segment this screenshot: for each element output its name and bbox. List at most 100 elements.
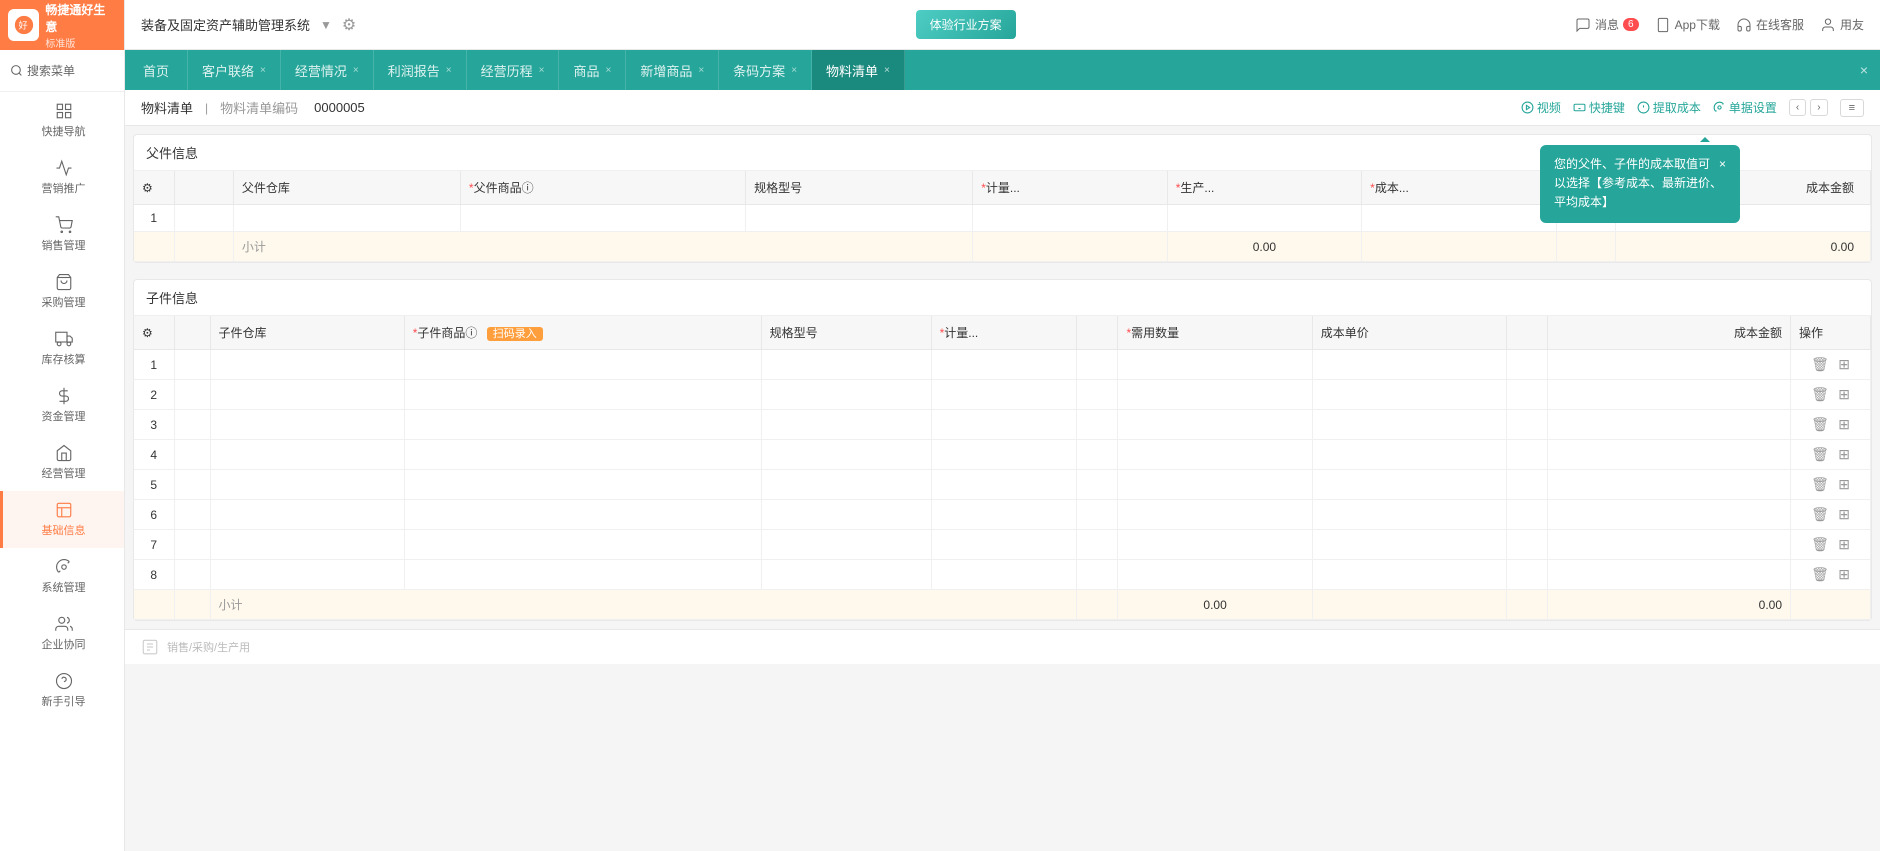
child-row-num-5: 5: [134, 470, 174, 500]
next-button[interactable]: ›: [1810, 99, 1827, 116]
child-row-num-1: 1: [134, 350, 174, 380]
sidebar-item-sales[interactable]: 销售管理: [0, 206, 124, 263]
cost-action[interactable]: 提取成本: [1637, 99, 1701, 116]
parent-th-product: *父件商品ⓘ: [460, 171, 745, 205]
tab-goods[interactable]: 商品 ×: [559, 50, 626, 90]
close-icon[interactable]: ×: [605, 65, 611, 76]
delete-icon[interactable]: 🗑: [1808, 446, 1832, 462]
child-row-num-2: 2: [134, 380, 174, 410]
copy-icon[interactable]: ⊞: [1835, 566, 1853, 582]
child-row-7: 7 🗑 ⊞: [134, 530, 1871, 560]
nav-tabs: 首页 客户联络 × 经营情况 × 利润报告 × 经营历程 × 商品 × 新增商品…: [125, 50, 1880, 90]
sidebar-item-collab[interactable]: 企业协同: [0, 605, 124, 662]
sidebar-item-system[interactable]: 系统管理: [0, 548, 124, 605]
close-icon[interactable]: ×: [884, 65, 890, 76]
close-all-tabs-button[interactable]: ×: [1848, 62, 1880, 78]
child-row-5: 5 🗑 ⊞: [134, 470, 1871, 500]
message-button[interactable]: 消息 6: [1575, 16, 1639, 33]
copy-icon[interactable]: ⊞: [1835, 536, 1853, 552]
parent-th-qty: *计量...: [973, 171, 1167, 205]
child-row-num-4: 4: [134, 440, 174, 470]
child-row-2: 2 🗑 ⊞: [134, 380, 1871, 410]
child-row-num-7: 7: [134, 530, 174, 560]
logo-text: 畅捷通好生意 标准版: [45, 1, 116, 50]
delete-icon[interactable]: 🗑: [1808, 536, 1832, 552]
copy-icon[interactable]: ⊞: [1835, 416, 1853, 432]
sidebar-logo: 好 畅捷通好生意 标准版: [0, 0, 124, 50]
video-action[interactable]: 视频: [1521, 99, 1561, 116]
copy-icon[interactable]: ⊞: [1835, 476, 1853, 492]
sidebar-item-finance[interactable]: 资金管理: [0, 377, 124, 434]
tab-new-goods[interactable]: 新增商品 ×: [626, 50, 719, 90]
copy-icon[interactable]: ⊞: [1835, 506, 1853, 522]
close-icon[interactable]: ×: [539, 65, 545, 76]
sidebar-search[interactable]: 搜索菜单: [0, 50, 124, 92]
hotkey-action[interactable]: 快捷键: [1573, 99, 1625, 116]
tab-home[interactable]: 首页: [125, 50, 188, 90]
child-th-num: [174, 316, 210, 350]
search-menu-button[interactable]: 搜索菜单: [8, 58, 116, 83]
topbar-left: 装备及固定资产辅助管理系统 ▼ ⚙: [141, 15, 356, 35]
child-th-unit-cost: 成本单价: [1312, 316, 1506, 350]
app-download-button[interactable]: App下载: [1655, 16, 1720, 33]
sidebar-item-nav[interactable]: 快捷导航: [0, 92, 124, 149]
delete-icon[interactable]: 🗑: [1808, 566, 1832, 582]
user-menu[interactable]: 用友: [1820, 16, 1864, 33]
sidebar-item-purchase[interactable]: 采购管理: [0, 263, 124, 320]
tab-history[interactable]: 经营历程 ×: [467, 50, 560, 90]
delete-icon[interactable]: 🗑: [1808, 506, 1832, 522]
child-row-ops-7: 🗑 ⊞: [1791, 530, 1871, 560]
copy-icon[interactable]: ⊞: [1835, 386, 1853, 402]
child-row-6: 6 🗑 ⊞: [134, 500, 1871, 530]
breadcrumb-bar: 物料清单 | 物料清单编码 0000005 视频 快捷键 提取成本: [125, 90, 1880, 126]
gear-icon[interactable]: ⚙: [342, 15, 356, 35]
close-icon[interactable]: ×: [698, 65, 704, 76]
sidebar-item-business[interactable]: 经营管理: [0, 434, 124, 491]
child-row-ops-4: 🗑 ⊞: [1791, 440, 1871, 470]
delete-icon[interactable]: 🗑: [1808, 416, 1832, 432]
tooltip-close-button[interactable]: ×: [1719, 155, 1726, 174]
tab-operation[interactable]: 经营情况 ×: [281, 50, 374, 90]
close-icon[interactable]: ×: [446, 65, 452, 76]
tab-barcode[interactable]: 条码方案 ×: [719, 50, 812, 90]
tab-customer[interactable]: 客户联络 ×: [188, 50, 281, 90]
topbar-right: 消息 6 App下载 在线客服 用友: [1575, 16, 1864, 33]
dropdown-arrow-icon[interactable]: ▼: [320, 18, 332, 32]
child-table: ⚙ 子件仓库 *子件商品ⓘ 扫码录入 规格型号 *计量... *需用数量 成本单…: [134, 316, 1871, 620]
topbar: 装备及固定资产辅助管理系统 ▼ ⚙ 体验行业方案 消息 6 App下载 在线客服…: [125, 0, 1880, 50]
settings-action[interactable]: 单据设置: [1713, 99, 1777, 116]
parent-th-produce: *生产...: [1167, 171, 1361, 205]
close-icon[interactable]: ×: [353, 65, 359, 76]
list-view-button[interactable]: ≡: [1840, 99, 1864, 117]
child-th-product: *子件商品ⓘ 扫码录入: [404, 316, 761, 350]
sidebar-item-inventory[interactable]: 库存核算: [0, 320, 124, 377]
scan-badge[interactable]: 扫码录入: [487, 327, 543, 341]
svg-text:好: 好: [18, 20, 27, 31]
parent-th-spec: 规格型号: [746, 171, 973, 205]
close-icon[interactable]: ×: [260, 65, 266, 76]
trial-button[interactable]: 体验行业方案: [916, 10, 1016, 39]
copy-icon[interactable]: ⊞: [1835, 356, 1853, 372]
breadcrumb-actions: 视频 快捷键 提取成本 单据设置 ‹ › ≡: [1521, 99, 1864, 117]
prev-button[interactable]: ‹: [1789, 99, 1806, 116]
bottom-note: 销售/采购/生产用: [125, 629, 1880, 664]
delete-icon[interactable]: 🗑: [1808, 386, 1832, 402]
child-row-ops-6: 🗑 ⊞: [1791, 500, 1871, 530]
child-th-qty: *计量...: [931, 316, 1077, 350]
sidebar-item-marketing[interactable]: 营销推广: [0, 149, 124, 206]
child-th-warehouse: 子件仓库: [210, 316, 404, 350]
breadcrumb-code-value: 0000005: [314, 100, 365, 115]
child-row-ops-2: 🗑 ⊞: [1791, 380, 1871, 410]
tab-bom[interactable]: 物料清单 ×: [812, 50, 905, 90]
sidebar-item-basic[interactable]: 基础信息: [0, 491, 124, 548]
copy-icon[interactable]: ⊞: [1835, 446, 1853, 462]
delete-icon[interactable]: 🗑: [1808, 356, 1832, 372]
main-content: 装备及固定资产辅助管理系统 ▼ ⚙ 体验行业方案 消息 6 App下载 在线客服…: [125, 0, 1880, 851]
close-icon[interactable]: ×: [791, 65, 797, 76]
sidebar-item-guide[interactable]: 新手引导: [0, 662, 124, 719]
online-service-button[interactable]: 在线客服: [1736, 16, 1804, 33]
child-row-3: 3 🗑 ⊞: [134, 410, 1871, 440]
tab-profit[interactable]: 利润报告 ×: [374, 50, 467, 90]
child-th-gear: ⚙: [134, 316, 174, 350]
delete-icon[interactable]: 🗑: [1808, 476, 1832, 492]
